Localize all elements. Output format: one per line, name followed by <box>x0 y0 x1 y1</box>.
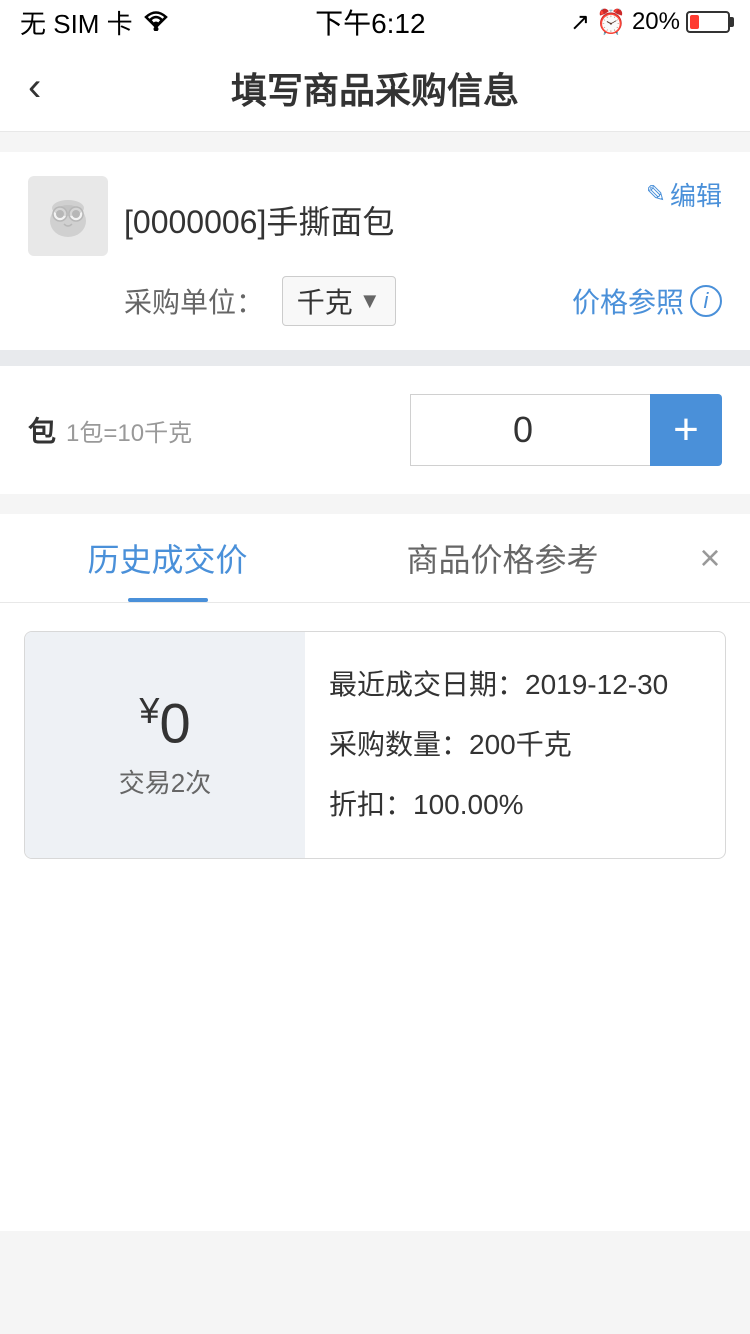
product-logo-icon <box>38 186 98 246</box>
plus-icon: + <box>673 405 699 455</box>
price-ref-button[interactable]: 价格参照 i <box>572 281 722 321</box>
tab-content: ¥0 交易2次 最近成交日期：2019-12-30 采购数量：200千克 折扣：… <box>0 631 750 1231</box>
status-bar: 无 SIM 卡 下午6:12 ↗ ⏰ 20% <box>0 0 750 44</box>
discount-label: 折扣： <box>329 789 413 820</box>
unit-select-button[interactable]: 千克 ▼ <box>282 276 396 326</box>
unit-label: 采购单位： <box>124 287 264 318</box>
battery-icon <box>686 11 730 33</box>
product-header: [0000006]手撕面包 ✎ 编辑 <box>28 176 722 256</box>
close-icon: × <box>699 537 720 579</box>
quantity-unit-badge: 包 <box>28 410 56 450</box>
quantity-plus-button[interactable]: + <box>650 394 722 466</box>
latest-date-label: 最近成交日期： <box>329 669 525 700</box>
quantity-input-group: + <box>410 394 722 466</box>
quantity-row-detail: 采购数量：200千克 <box>329 724 701 766</box>
page-title: 填写商品采购信息 <box>231 62 519 114</box>
quantity-detail-value: 200千克 <box>469 729 572 760</box>
tab-section: 历史成交价 商品价格参考 × ¥0 交易2次 最近成交日期：2019-12-30… <box>0 514 750 1231</box>
discount-value: 100.00% <box>413 789 524 820</box>
currency-symbol: ¥ <box>139 690 159 731</box>
product-name: [0000006]手撕面包 <box>124 189 394 243</box>
back-button[interactable]: ‹ <box>28 65 41 110</box>
wifi-icon <box>141 7 171 38</box>
tab-price-reference[interactable]: 商品价格参考 <box>335 514 670 602</box>
transaction-count: 交易2次 <box>119 763 211 800</box>
price-ref-label: 价格参照 <box>572 281 684 321</box>
product-card: [0000006]手撕面包 ✎ 编辑 采购单位： 千克 ▼ 价格参照 i <box>0 152 750 350</box>
location-icon: ↗ <box>570 8 590 37</box>
tab-history-price[interactable]: 历史成交价 <box>0 514 335 602</box>
unit-section: 采购单位： 千克 ▼ <box>124 276 396 326</box>
product-left: [0000006]手撕面包 <box>28 176 394 256</box>
quantity-row: 包 1包=10千克 + <box>0 366 750 494</box>
latest-date-row: 最近成交日期：2019-12-30 <box>329 664 701 706</box>
product-thumbnail <box>28 176 108 256</box>
tab-bar: 历史成交价 商品价格参考 × <box>0 514 750 603</box>
quantity-input[interactable] <box>410 394 650 466</box>
tab-price-ref-label: 商品价格参考 <box>406 535 598 581</box>
history-price-summary: ¥0 交易2次 <box>25 632 305 858</box>
status-time: 下午6:12 <box>315 2 426 42</box>
history-details: 最近成交日期：2019-12-30 采购数量：200千克 折扣：100.00% <box>305 632 725 858</box>
quantity-hint: 1包=10千克 <box>66 413 192 448</box>
history-card: ¥0 交易2次 最近成交日期：2019-12-30 采购数量：200千克 折扣：… <box>24 631 726 859</box>
discount-row: 折扣：100.00% <box>329 784 701 826</box>
status-right: ↗ ⏰ 20% <box>570 8 730 37</box>
tab-history-label: 历史成交价 <box>87 535 247 581</box>
product-unit-row: 采购单位： 千克 ▼ 价格参照 i <box>124 276 722 326</box>
battery-percent: 20% <box>632 8 680 36</box>
quantity-detail-label: 采购数量： <box>329 729 469 760</box>
edit-icon: ✎ <box>646 180 666 209</box>
alarm-icon: ⏰ <box>596 8 626 37</box>
tab-close-button[interactable]: × <box>670 514 750 602</box>
status-left: 无 SIM 卡 <box>20 4 171 41</box>
unit-value: 千克 <box>297 281 353 321</box>
edit-label: 编辑 <box>670 176 722 213</box>
quantity-label-area: 包 1包=10千克 <box>28 410 192 450</box>
sim-status: 无 SIM 卡 <box>20 4 133 41</box>
edit-button[interactable]: ✎ 编辑 <box>646 176 722 213</box>
history-price-display: ¥0 <box>139 690 190 756</box>
nav-bar: ‹ 填写商品采购信息 <box>0 44 750 132</box>
price-value: 0 <box>159 691 190 754</box>
price-ref-info-icon: i <box>690 285 722 317</box>
unit-dropdown-icon: ▼ <box>359 288 381 314</box>
latest-date-value: 2019-12-30 <box>525 669 668 700</box>
section-divider <box>0 350 750 366</box>
